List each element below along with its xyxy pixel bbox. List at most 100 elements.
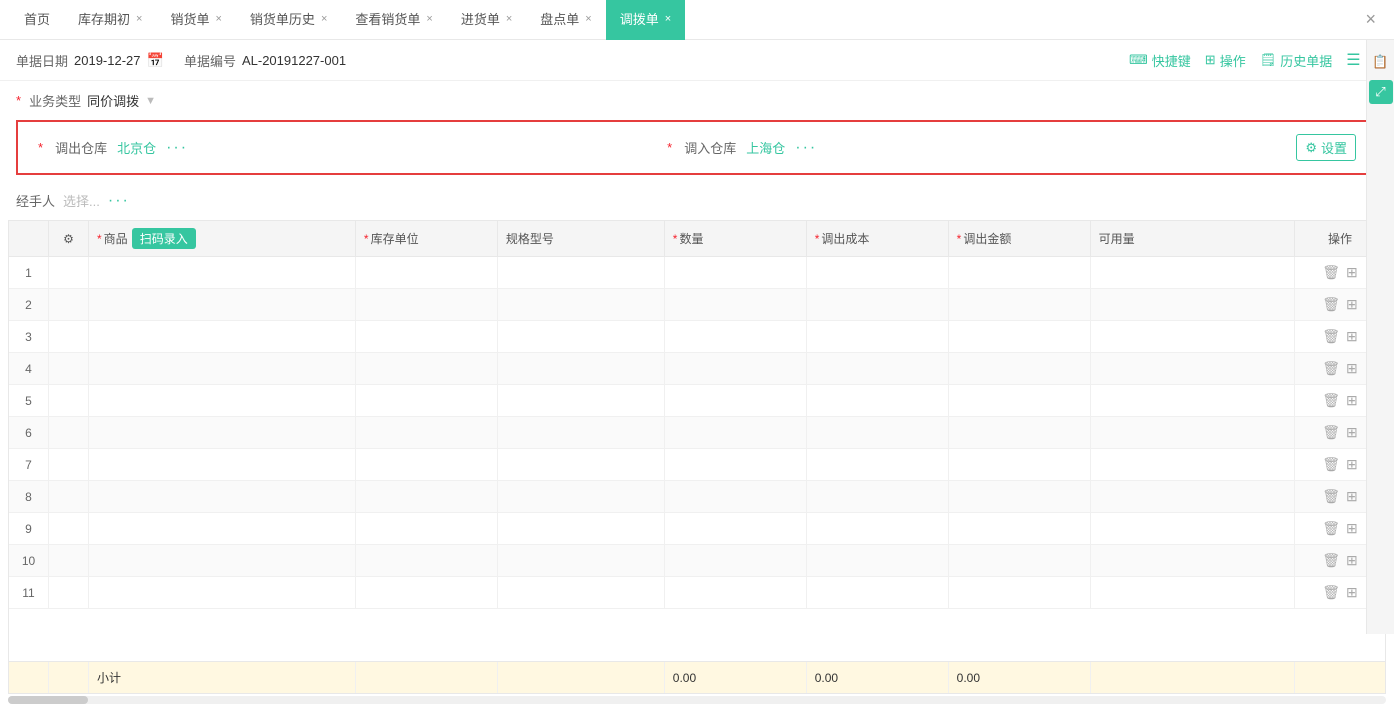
tab-view-sales[interactable]: 查看销货单 × [341,0,446,40]
delete-icon-1[interactable]: 🗑 [1322,264,1340,281]
scan-input-btn[interactable]: 扫码录入 [132,228,196,249]
td-product-3[interactable] [89,321,356,352]
tab-sales-history[interactable]: 销货单历史 × [236,0,341,40]
td-qty-7[interactable] [665,449,807,480]
td-qty-2[interactable] [665,289,807,320]
scrollbar-thumb[interactable] [8,696,88,704]
delete-icon-9[interactable]: 🗑 [1322,520,1340,537]
sidebar-expand-icon[interactable]: ⤢ [1369,80,1393,104]
td-cost-9[interactable] [807,513,949,544]
td-spec-11[interactable] [498,577,665,608]
td-product-6[interactable] [89,417,356,448]
delete-icon-5[interactable]: 🗑 [1322,392,1340,409]
td-amount-10[interactable] [949,545,1091,576]
td-product-9[interactable] [89,513,356,544]
td-amount-3[interactable] [949,321,1091,352]
delete-icon-2[interactable]: 🗑 [1322,296,1340,313]
tab-inventory-check[interactable]: 盘点单 × [526,0,605,40]
td-amount-5[interactable] [949,385,1091,416]
td-product-4[interactable] [89,353,356,384]
td-cost-2[interactable] [807,289,949,320]
copy-icon-1[interactable]: ⊞ [1346,264,1358,281]
td-qty-11[interactable] [665,577,807,608]
copy-icon-4[interactable]: ⊞ [1346,360,1358,377]
td-unit-6[interactable] [356,417,498,448]
td-unit-5[interactable] [356,385,498,416]
td-spec-10[interactable] [498,545,665,576]
td-qty-9[interactable] [665,513,807,544]
tab-sales-order[interactable]: 销货单 × [156,0,235,40]
warehouse-in-more[interactable]: ··· [795,139,817,157]
delete-icon-10[interactable]: 🗑 [1322,552,1340,569]
td-amount-4[interactable] [949,353,1091,384]
td-amount-2[interactable] [949,289,1091,320]
td-amount-7[interactable] [949,449,1091,480]
close-sales-order[interactable]: × [215,13,221,25]
td-amount-8[interactable] [949,481,1091,512]
operations-btn[interactable]: ⊞ 操作 [1205,51,1246,70]
td-unit-2[interactable] [356,289,498,320]
tab-home[interactable]: 首页 [10,0,64,40]
shortcut-btn[interactable]: ⌨ 快捷键 [1129,51,1191,70]
close-transfer[interactable]: × [665,13,671,25]
copy-icon-8[interactable]: ⊞ [1346,488,1358,505]
td-qty-3[interactable] [665,321,807,352]
close-all-tabs[interactable]: × [1357,9,1384,30]
warehouse-settings-btn[interactable]: ⚙ 设置 [1296,134,1356,161]
td-spec-5[interactable] [498,385,665,416]
close-inventory-check[interactable]: × [585,13,591,25]
td-unit-3[interactable] [356,321,498,352]
copy-icon-2[interactable]: ⊞ [1346,296,1358,313]
tab-transfer[interactable]: 调拨单 × [606,0,685,40]
td-product-1[interactable] [89,257,356,288]
handler-more[interactable]: ··· [108,192,130,210]
td-spec-7[interactable] [498,449,665,480]
td-qty-1[interactable] [665,257,807,288]
td-spec-4[interactable] [498,353,665,384]
td-unit-4[interactable] [356,353,498,384]
view-list-icon[interactable]: ☰ [1346,50,1360,70]
copy-icon-6[interactable]: ⊞ [1346,424,1358,441]
td-product-7[interactable] [89,449,356,480]
td-spec-6[interactable] [498,417,665,448]
td-unit-11[interactable] [356,577,498,608]
td-cost-6[interactable] [807,417,949,448]
warehouse-out-more[interactable]: ··· [166,139,188,157]
tab-purchase-order[interactable]: 进货单 × [447,0,526,40]
copy-icon-7[interactable]: ⊞ [1346,456,1358,473]
copy-icon-10[interactable]: ⊞ [1346,552,1358,569]
tab-inventory-init[interactable]: 库存期初 × [64,0,156,40]
copy-icon-5[interactable]: ⊞ [1346,392,1358,409]
calendar-icon[interactable]: 📅 [147,52,164,69]
td-product-2[interactable] [89,289,356,320]
td-spec-3[interactable] [498,321,665,352]
td-unit-1[interactable] [356,257,498,288]
td-qty-6[interactable] [665,417,807,448]
td-cost-3[interactable] [807,321,949,352]
td-cost-1[interactable] [807,257,949,288]
td-amount-9[interactable] [949,513,1091,544]
td-amount-11[interactable] [949,577,1091,608]
td-cost-10[interactable] [807,545,949,576]
td-unit-8[interactable] [356,481,498,512]
td-spec-9[interactable] [498,513,665,544]
td-cost-8[interactable] [807,481,949,512]
td-amount-1[interactable] [949,257,1091,288]
td-unit-10[interactable] [356,545,498,576]
sidebar-notes-icon[interactable]: 📋 [1369,50,1393,74]
td-product-11[interactable] [89,577,356,608]
td-qty-8[interactable] [665,481,807,512]
td-cost-4[interactable] [807,353,949,384]
td-spec-2[interactable] [498,289,665,320]
td-spec-8[interactable] [498,481,665,512]
td-product-8[interactable] [89,481,356,512]
delete-icon-11[interactable]: 🗑 [1322,584,1340,601]
delete-icon-8[interactable]: 🗑 [1322,488,1340,505]
delete-icon-7[interactable]: 🗑 [1322,456,1340,473]
history-btn[interactable]: 🗒 历史单据 [1260,51,1333,70]
delete-icon-4[interactable]: 🗑 [1322,360,1340,377]
delete-icon-3[interactable]: 🗑 [1322,328,1340,345]
copy-icon-11[interactable]: ⊞ [1346,584,1358,601]
delete-icon-6[interactable]: 🗑 [1322,424,1340,441]
close-view-sales[interactable]: × [426,13,432,25]
